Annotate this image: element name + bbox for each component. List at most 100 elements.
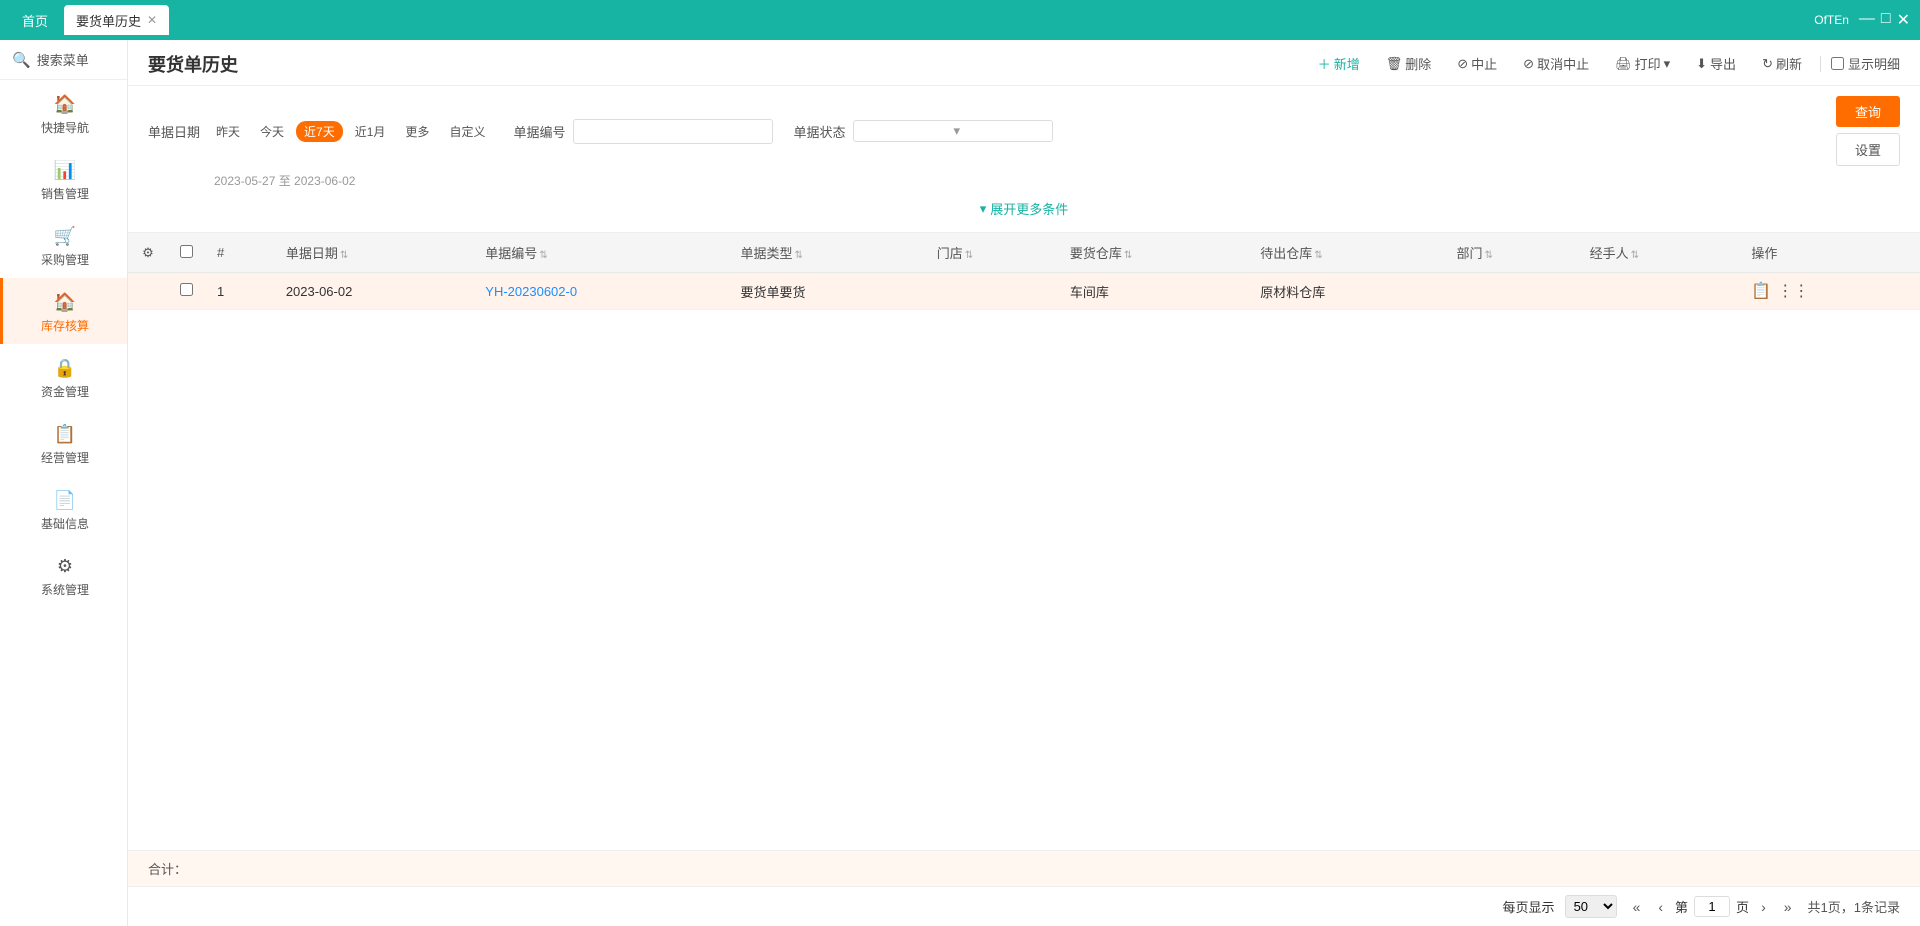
detail-icon[interactable]: ⋮⋮ <box>1777 281 1809 301</box>
add-icon: ＋ <box>1318 54 1331 73</box>
delete-button[interactable]: 🗑 删除 <box>1378 50 1440 77</box>
date-opt-7days[interactable]: 近7天 <box>296 121 343 142</box>
minimize-icon[interactable]: — <box>1859 10 1875 30</box>
data-table: ⚙ # 单据日期⇅ 单据编号⇅ 单据类型⇅ 门店⇅ 要货仓库⇅ 待出仓库⇅ 部门… <box>128 233 1920 310</box>
col-settings[interactable]: ⚙ <box>128 233 168 273</box>
col-date[interactable]: 单据日期⇅ <box>274 233 473 273</box>
order-no-input[interactable] <box>573 119 773 144</box>
date-range-row: 2023-05-27 至 2023-06-02 <box>210 172 1900 189</box>
cancel-stop-button[interactable]: ⊘ 取消中止 <box>1515 50 1597 77</box>
sidebar-item-label: 经营管理 <box>41 449 89 466</box>
maximize-icon[interactable]: □ <box>1881 10 1891 30</box>
col-handler[interactable]: 经手人⇅ <box>1578 233 1740 273</box>
search-icon: 🔍 <box>12 51 31 69</box>
status-label: 单据状态 <box>793 122 845 141</box>
col-pending-warehouse[interactable]: 待出仓库⇅ <box>1248 233 1444 273</box>
col-req-warehouse[interactable]: 要货仓库⇅ <box>1058 233 1248 273</box>
add-button[interactable]: ＋ 新增 <box>1310 50 1368 77</box>
col-order-no[interactable]: 单据编号⇅ <box>473 233 728 273</box>
page-unit-label: 页 <box>1736 897 1749 916</box>
sidebar-item-sales[interactable]: 📊 销售管理 <box>0 146 127 212</box>
total-label: 合计： <box>148 859 187 878</box>
operations-icon: 📋 <box>54 424 76 445</box>
sidebar-item-inventory[interactable]: 🏠 库存核算 <box>0 278 127 344</box>
select-all-checkbox[interactable] <box>180 245 193 258</box>
sidebar-item-label: 资金管理 <box>41 383 89 400</box>
export-button[interactable]: ⬇ 导出 <box>1688 50 1744 77</box>
query-button[interactable]: 查询 <box>1836 96 1900 127</box>
sidebar-item-purchase[interactable]: 🛒 采购管理 <box>0 212 127 278</box>
sidebar-search[interactable]: 🔍 搜索菜单 <box>0 40 127 80</box>
tab-home[interactable]: 首页 <box>10 5 60 35</box>
sidebar-search-label: 搜索菜单 <box>37 50 89 69</box>
row-req-warehouse-cell: 车间库 <box>1058 273 1248 310</box>
date-opt-custom[interactable]: 自定义 <box>441 121 493 142</box>
total-info: 共1页，1条记录 <box>1808 897 1900 916</box>
setting-button[interactable]: 设置 <box>1836 133 1900 166</box>
page-number-input[interactable] <box>1694 896 1730 917</box>
print-icon: 🖨 <box>1615 56 1632 72</box>
sidebar-item-quick-nav[interactable]: 🏠 快捷导航 <box>0 80 127 146</box>
order-no-link[interactable]: YH-20230602-0 <box>485 284 577 299</box>
footer-bar: 合计： <box>128 850 1920 886</box>
table-row: 1 2023-06-02 YH-20230602-0 要货单要货 车间库 原材料… <box>128 273 1920 310</box>
last-page-btn[interactable]: » <box>1778 897 1798 917</box>
date-opt-today[interactable]: 今天 <box>252 121 292 142</box>
first-page-btn[interactable]: « <box>1627 897 1647 917</box>
col-store[interactable]: 门店⇅ <box>925 233 1058 273</box>
col-order-type[interactable]: 单据类型⇅ <box>729 233 925 273</box>
sidebar-item-finance[interactable]: 🔒 资金管理 <box>0 344 127 410</box>
sidebar-item-basic-info[interactable]: 📄 基础信息 <box>0 476 127 542</box>
display-detail-toggle[interactable]: 显示明细 <box>1831 54 1900 73</box>
print-button[interactable]: 🖨 打印 ▾ <box>1607 50 1678 77</box>
tab-home-label: 首页 <box>22 11 48 30</box>
table-header: ⚙ # 单据日期⇅ 单据编号⇅ 单据类型⇅ 门店⇅ 要货仓库⇅ 待出仓库⇅ 部门… <box>128 233 1920 273</box>
next-page-btn[interactable]: › <box>1755 897 1772 917</box>
sidebar-item-operations[interactable]: 📋 经营管理 <box>0 410 127 476</box>
top-bar-right: OfTEn — □ ✕ <box>1814 10 1910 30</box>
stop-icon: ⊘ <box>1457 56 1468 72</box>
expand-more-btn[interactable]: ▾ 展开更多条件 <box>980 195 1069 222</box>
page-title: 要货单历史 <box>148 51 238 77</box>
tab-close-icon[interactable]: ✕ <box>147 13 157 27</box>
col-department[interactable]: 部门⇅ <box>1444 233 1577 273</box>
refresh-label: 刷新 <box>1776 54 1802 73</box>
close-icon[interactable]: ✕ <box>1897 10 1910 30</box>
row-store-cell <box>925 273 1058 310</box>
date-opt-1month[interactable]: 近1月 <box>347 121 394 142</box>
finance-icon: 🔒 <box>54 358 76 379</box>
date-opt-yesterday[interactable]: 昨天 <box>208 121 248 142</box>
pagination-bar: 每页显示 20 50 100 « ‹ 第 页 › » 共1页，1条记录 <box>128 886 1920 926</box>
inventory-icon: 🏠 <box>54 292 76 313</box>
refresh-button[interactable]: ↻ 刷新 <box>1754 50 1810 77</box>
date-filter-label: 单据日期 <box>148 122 200 141</box>
status-select[interactable]: ▾ <box>853 120 1053 142</box>
row-checkbox-cell <box>168 273 205 310</box>
row-checkbox[interactable] <box>180 283 193 296</box>
date-opt-more[interactable]: 更多 <box>397 121 437 142</box>
sidebar-item-label: 库存核算 <box>41 317 89 334</box>
row-num-cell: 1 <box>205 273 274 310</box>
toolbar: ＋ 新增 🗑 删除 ⊘ 中止 ⊘ 取消中止 🖨 打印 <box>1310 50 1900 77</box>
per-page-select[interactable]: 20 50 100 <box>1565 895 1617 918</box>
col-num: # <box>205 233 274 273</box>
action-buttons: 📋 ⋮⋮ <box>1751 281 1908 301</box>
col-action: 操作 <box>1739 233 1920 273</box>
cancel-stop-label: 取消中止 <box>1537 54 1589 73</box>
print-label: 打印 <box>1635 54 1661 73</box>
status-select-arrow: ▾ <box>953 123 1046 139</box>
table-body: 1 2023-06-02 YH-20230602-0 要货单要货 车间库 原材料… <box>128 273 1920 310</box>
stop-button[interactable]: ⊘ 中止 <box>1449 50 1505 77</box>
tab-requisition-history[interactable]: 要货单历史 ✕ <box>64 5 169 35</box>
row-date-cell: 2023-06-02 <box>274 273 473 310</box>
export-label: 导出 <box>1710 54 1736 73</box>
sidebar-item-label: 快捷导航 <box>41 119 89 136</box>
sidebar-item-system[interactable]: ⚙ 系统管理 <box>0 542 127 608</box>
top-bar: 首页 要货单历史 ✕ OfTEn — □ ✕ <box>0 0 1920 40</box>
page-header: 要货单历史 ＋ 新增 🗑 删除 ⊘ 中止 ⊘ 取消中止 <box>128 40 1920 86</box>
delete-label: 删除 <box>1405 54 1431 73</box>
prev-page-btn[interactable]: ‹ <box>1652 897 1669 917</box>
edit-icon[interactable]: 📋 <box>1751 281 1771 301</box>
display-detail-checkbox[interactable] <box>1831 57 1844 70</box>
main-layout: 🔍 搜索菜单 🏠 快捷导航 📊 销售管理 🛒 采购管理 🏠 库存核算 🔒 资金管… <box>0 40 1920 926</box>
